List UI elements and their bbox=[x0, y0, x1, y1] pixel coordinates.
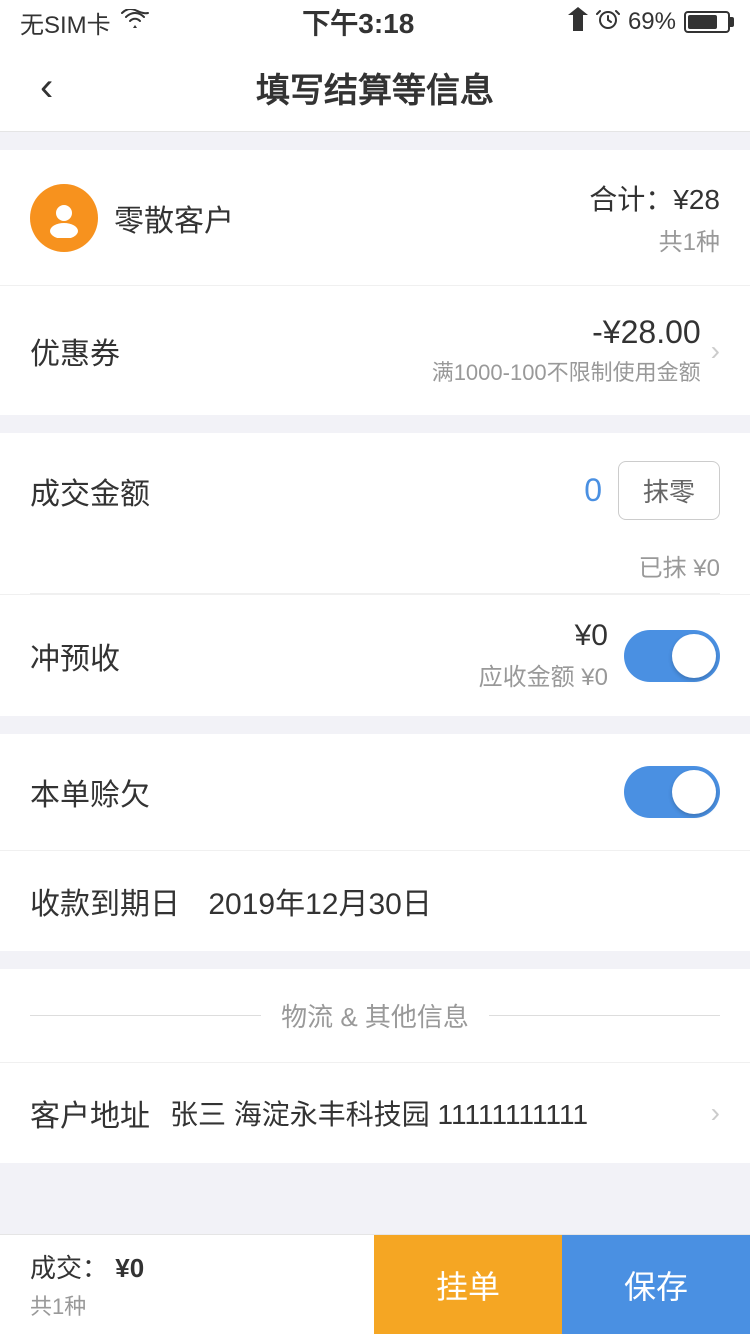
amount-right: 0 抹零 bbox=[542, 461, 720, 520]
nav-bar: ‹ 填写结算等信息 bbox=[0, 44, 750, 132]
customer-card: 零散客户 合计：¥28 共1种 优惠券 -¥28.00 满1000-100不限制… bbox=[0, 150, 750, 415]
amount-value[interactable]: 0 bbox=[542, 472, 602, 509]
logistics-label: 物流 & 其他信息 bbox=[281, 997, 469, 1034]
hang-button[interactable]: 挂单 bbox=[374, 1235, 562, 1334]
coupon-desc: 满1000-100不限制使用金额 bbox=[432, 355, 701, 387]
customer-name: 零散客户 bbox=[114, 196, 234, 240]
debt-label: 本单赊欠 bbox=[30, 770, 150, 814]
address-chevron-icon: › bbox=[711, 1097, 720, 1129]
flush-label: 冲预收 bbox=[30, 634, 120, 678]
coupon-value: -¥28.00 bbox=[432, 314, 701, 351]
coupon-label: 优惠券 bbox=[30, 329, 120, 373]
flush-amount-value: ¥0 bbox=[479, 619, 608, 653]
customer-left: 零散客户 bbox=[30, 184, 234, 252]
customer-total: 合计：¥28 bbox=[589, 178, 720, 218]
address-row[interactable]: 客户地址 张三 海淀永丰科技园 11111111111 › bbox=[0, 1063, 750, 1163]
debt-row: 本单赊欠 bbox=[0, 734, 750, 850]
coupon-block: -¥28.00 满1000-100不限制使用金额 bbox=[432, 314, 701, 387]
debt-toggle-knob bbox=[672, 770, 716, 814]
address-label: 客户地址 bbox=[30, 1091, 150, 1135]
status-bar: 无SIM卡 下午3:18 69% bbox=[0, 0, 750, 44]
flush-amount-sub: 应收金额 ¥0 bbox=[479, 657, 608, 692]
duedate-value: 2019年12月30日 bbox=[208, 888, 431, 921]
bottom-transaction: 成交： ¥0 bbox=[30, 1248, 344, 1285]
content-area: 零散客户 合计：¥28 共1种 优惠券 -¥28.00 满1000-100不限制… bbox=[0, 150, 750, 1281]
duedate-row: 收款到期日 2019年12月30日 bbox=[0, 850, 750, 951]
amount-label: 成交金额 bbox=[30, 469, 150, 513]
amount-card: 成交金额 0 抹零 已抹 ¥0 冲预收 ¥0 应收金额 ¥0 bbox=[0, 433, 750, 716]
customer-row: 零散客户 合计：¥28 共1种 bbox=[0, 150, 750, 285]
address-value: 张三 海淀永丰科技园 11111111111 bbox=[170, 1093, 711, 1133]
flush-amount: ¥0 应收金额 ¥0 bbox=[479, 619, 608, 692]
logistics-card: 物流 & 其他信息 客户地址 张三 海淀永丰科技园 11111111111 › bbox=[0, 969, 750, 1163]
bottom-left: 成交： ¥0 共1种 bbox=[0, 1248, 374, 1321]
status-time: 下午3:18 bbox=[302, 2, 414, 42]
battery-percent: 69% bbox=[628, 8, 676, 36]
coupon-right: -¥28.00 满1000-100不限制使用金额 › bbox=[432, 314, 720, 387]
customer-avatar bbox=[30, 184, 98, 252]
customer-right: 合计：¥28 共1种 bbox=[589, 178, 720, 257]
page-title: 填写结算等信息 bbox=[256, 63, 494, 112]
round-button[interactable]: 抹零 bbox=[618, 461, 720, 520]
bottom-count: 共1种 bbox=[30, 1289, 344, 1321]
debt-toggle[interactable] bbox=[624, 766, 720, 818]
debt-card: 本单赊欠 收款到期日 2019年12月30日 bbox=[0, 734, 750, 951]
customer-count: 共1种 bbox=[589, 222, 720, 257]
status-left: 无SIM卡 bbox=[20, 5, 149, 40]
save-button[interactable]: 保存 bbox=[562, 1235, 750, 1334]
flush-row: 冲预收 ¥0 应收金额 ¥0 bbox=[0, 594, 750, 716]
location-icon bbox=[568, 7, 588, 38]
coupon-chevron-icon: › bbox=[711, 335, 720, 367]
flush-right: ¥0 应收金额 ¥0 bbox=[479, 619, 720, 692]
duedate-label: 收款到期日 2019年12月30日 bbox=[30, 888, 432, 921]
alarm-icon bbox=[596, 7, 620, 38]
status-right: 69% bbox=[568, 7, 730, 38]
back-button[interactable]: ‹ bbox=[30, 55, 63, 120]
coupon-row[interactable]: 优惠券 -¥28.00 满1000-100不限制使用金额 › bbox=[0, 285, 750, 415]
flush-toggle[interactable] bbox=[624, 630, 720, 682]
toggle-knob bbox=[672, 634, 716, 678]
bottom-transaction-label: 成交： bbox=[30, 1253, 108, 1283]
signal-text: 无SIM卡 bbox=[20, 5, 111, 40]
logistics-header: 物流 & 其他信息 bbox=[0, 969, 750, 1062]
wifi-icon bbox=[121, 8, 149, 36]
bottom-transaction-value: ¥0 bbox=[115, 1253, 144, 1283]
amount-row: 成交金额 0 抹零 bbox=[0, 433, 750, 548]
bottom-bar: 成交： ¥0 共1种 挂单 保存 bbox=[0, 1234, 750, 1334]
battery-icon bbox=[684, 11, 730, 33]
amount-sub: 已抹 ¥0 bbox=[0, 548, 750, 593]
